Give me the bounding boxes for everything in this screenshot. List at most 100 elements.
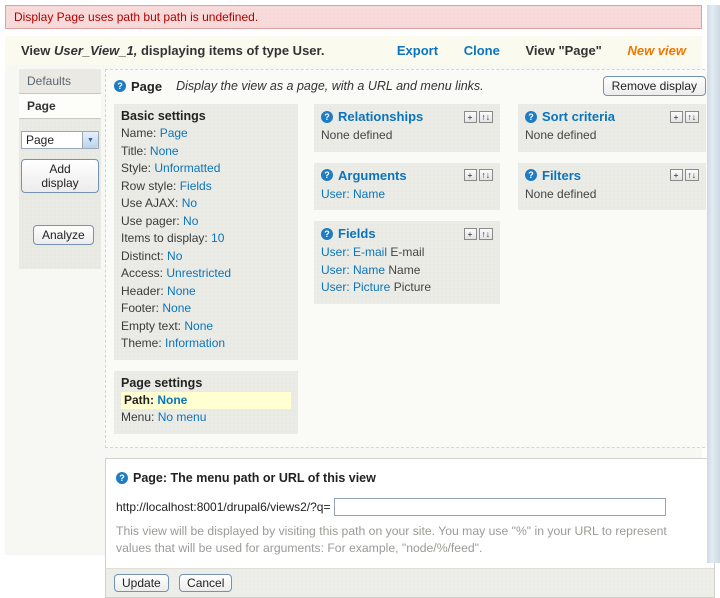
field-item: User: E-mail E-mail	[321, 244, 493, 262]
relationships-title[interactable]: Relationships	[338, 109, 464, 124]
help-icon[interactable]: ?	[321, 110, 333, 123]
sort-criteria-title[interactable]: Sort criteria	[542, 109, 670, 124]
view-title: View User_View_1, displaying items of ty…	[21, 43, 325, 58]
view-page-link[interactable]: View "Page"	[525, 43, 601, 58]
fields-box: ? Fields + ↑↓ User: E-mail E-mail User: …	[314, 221, 500, 304]
help-icon[interactable]: ?	[116, 471, 128, 484]
column-basic: Basic settings Name: Page Title: None St…	[114, 104, 298, 445]
filters-empty-text: None defined	[525, 186, 597, 201]
analyze-button[interactable]: Analyze	[33, 225, 94, 245]
add-icon[interactable]: +	[463, 110, 477, 123]
setting-value-link[interactable]: None	[162, 301, 191, 315]
relationships-actions: + ↑↓	[463, 110, 493, 123]
view-title-suffix: displaying items of type User.	[137, 43, 325, 58]
setting-value-link[interactable]: No	[183, 214, 198, 228]
filters-header: ? Filters + ↑↓	[525, 168, 699, 183]
setting-value-link[interactable]: No	[167, 249, 182, 263]
filters-title[interactable]: Filters	[542, 168, 670, 183]
basic-settings-title: Basic settings	[121, 109, 206, 123]
help-icon[interactable]: ?	[525, 169, 537, 181]
setting-row-title: Title: None	[121, 143, 179, 158]
setting-row-theme: Theme: Information	[121, 336, 226, 350]
setting-value-link[interactable]: Information	[165, 336, 225, 350]
rearrange-icon[interactable]: ↑↓	[478, 169, 493, 181]
path-form-actions: Update Cancel	[106, 567, 714, 597]
setting-value-link[interactable]: 10	[211, 231, 224, 245]
sort-criteria-box: ? Sort criteria + ↑↓ None defined	[518, 104, 706, 152]
setting-value-link[interactable]: Unformatted	[154, 161, 220, 175]
path-url-row: http://localhost:8001/drupal6/views2/?q=	[116, 497, 704, 516]
help-icon[interactable]: ?	[114, 80, 126, 92]
remove-display-button[interactable]: Remove display	[602, 76, 706, 96]
display-type-select[interactable]: Page ▼	[21, 131, 99, 149]
view-header-links: Export Clone View "Page" New view	[375, 43, 686, 58]
setting-row-footer: Footer: None	[121, 301, 192, 315]
relationships-header: ? Relationships + ↑↓	[321, 109, 493, 124]
display-settings-main: ? Page Display the view as a page, with …	[105, 69, 715, 598]
column-middle: ? Relationships + ↑↓ None defined ? Argu…	[314, 104, 500, 315]
add-icon[interactable]: +	[669, 110, 683, 123]
field-link[interactable]: User: E-mail	[321, 245, 387, 259]
menu-value-link[interactable]: No menu	[158, 410, 207, 424]
basic-settings-box: Basic settings Name: Page Title: None St…	[114, 104, 298, 360]
setting-value-link[interactable]: No	[182, 196, 197, 210]
setting-row-use-pager: Use pager: No	[121, 213, 199, 228]
window-edge-strip	[707, 5, 720, 563]
path-value-link[interactable]: None	[157, 393, 187, 407]
field-link[interactable]: User: Picture	[321, 280, 390, 294]
path-form-title-row: ? Page: The menu path or URL of this vie…	[116, 471, 704, 485]
setting-value-link[interactable]: Unrestricted	[166, 266, 231, 280]
tab-defaults[interactable]: Defaults	[19, 69, 101, 94]
sort-criteria-actions: + ↑↓	[669, 110, 699, 123]
add-icon[interactable]: +	[463, 169, 477, 181]
menu-setting-row: Menu: No menu	[121, 410, 207, 424]
add-display-button[interactable]: Add display	[21, 159, 99, 193]
relationships-empty-text: None defined	[321, 128, 393, 142]
cancel-button[interactable]: Cancel	[179, 573, 233, 592]
display-sidebar: Defaults Page Page ▼ Add display Analyze	[19, 69, 101, 269]
help-icon[interactable]: ?	[321, 169, 333, 181]
setting-value-link[interactable]: Page	[160, 126, 188, 140]
argument-item: User: Name	[321, 186, 493, 204]
path-form-body: ? Page: The menu path or URL of this vie…	[106, 459, 714, 568]
display-panel-description: Display the view as a page, with a URL a…	[176, 79, 484, 93]
path-help-text: This view will be displayed by visiting …	[116, 523, 667, 556]
setting-value-link[interactable]: None	[167, 284, 196, 298]
setting-row-access: Access: Unrestricted	[121, 266, 232, 280]
new-view-link[interactable]: New view	[627, 43, 686, 58]
argument-link[interactable]: User: Name	[321, 187, 385, 201]
field-label: Picture	[393, 280, 432, 294]
workspace: Defaults Page Page ▼ Add display Analyze…	[5, 65, 715, 598]
settings-columns: Basic settings Name: Page Title: None St…	[114, 104, 706, 445]
setting-row-header: Header: None	[121, 283, 196, 298]
page-settings-title: Page settings	[121, 375, 203, 390]
help-icon[interactable]: ?	[525, 110, 537, 123]
page-settings-box: Page settings Path: None Menu: No menu	[114, 370, 298, 434]
rearrange-icon[interactable]: ↑↓	[478, 110, 493, 123]
update-button[interactable]: Update	[114, 573, 169, 592]
display-panel: ? Page Display the view as a page, with …	[105, 69, 715, 448]
export-link[interactable]: Export	[397, 43, 438, 58]
arguments-title[interactable]: Arguments	[338, 168, 464, 183]
rearrange-icon[interactable]: ↑↓	[684, 110, 699, 123]
fields-title[interactable]: Fields	[338, 226, 464, 241]
setting-row-items-to-display: Items to display: 10	[121, 231, 225, 245]
fields-header: ? Fields + ↑↓	[321, 226, 493, 241]
help-icon[interactable]: ?	[321, 227, 333, 240]
tab-page[interactable]: Page	[19, 94, 101, 119]
field-link[interactable]: User: Name	[321, 263, 385, 277]
path-input[interactable]	[334, 497, 667, 516]
field-label: Name	[388, 262, 421, 277]
arguments-box: ? Arguments + ↑↓ User: Name	[314, 162, 500, 210]
add-icon[interactable]: +	[463, 227, 477, 240]
field-item: User: Name Name	[321, 262, 493, 280]
setting-value-link[interactable]: None	[184, 319, 213, 333]
clone-link[interactable]: Clone	[464, 43, 500, 58]
path-setting-row: Path: None	[121, 391, 291, 409]
setting-value-link[interactable]: Fields	[180, 179, 212, 193]
rearrange-icon[interactable]: ↑↓	[684, 169, 699, 181]
filters-box: ? Filters + ↑↓ None defined	[518, 162, 706, 210]
add-icon[interactable]: +	[669, 169, 683, 181]
setting-value-link[interactable]: None	[150, 144, 179, 158]
rearrange-icon[interactable]: ↑↓	[478, 227, 493, 240]
